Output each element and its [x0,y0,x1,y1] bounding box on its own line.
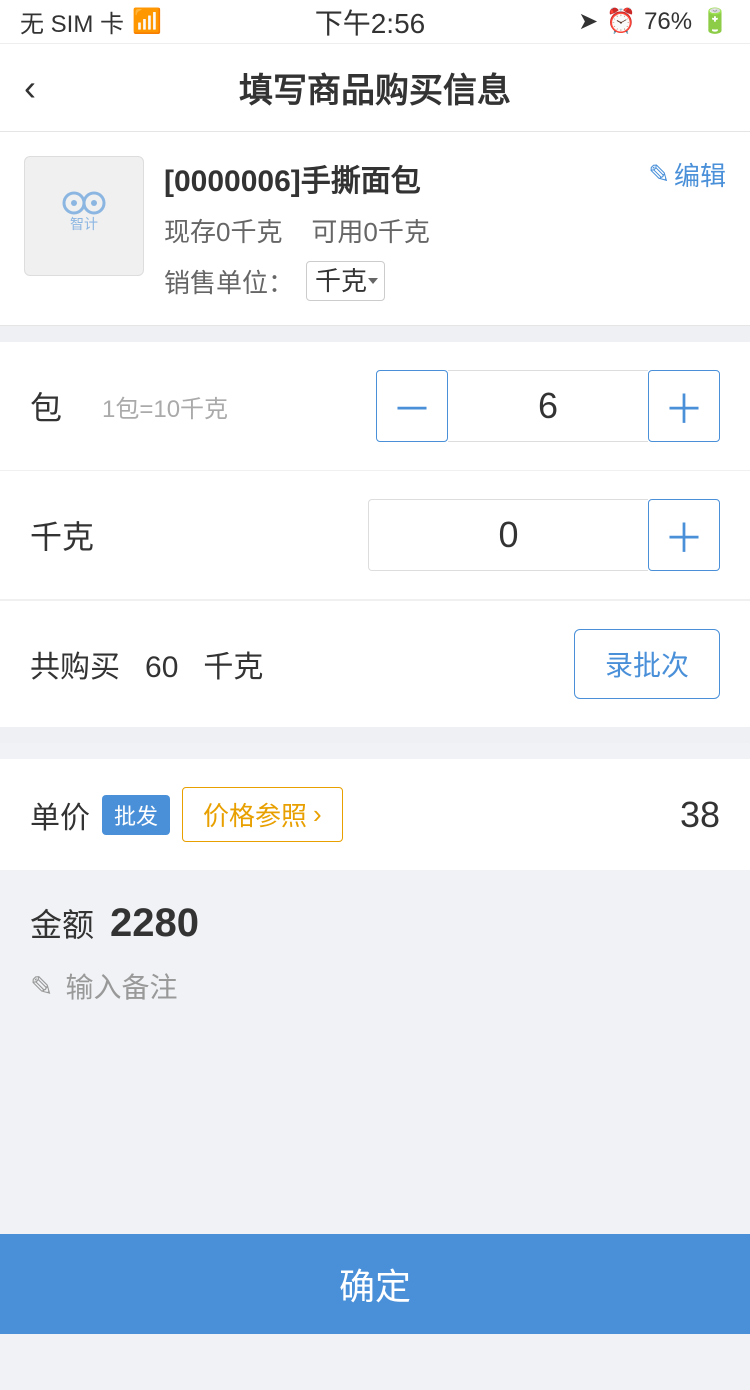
status-right: ➤ ⏰ 76% 🔋 [578,7,730,36]
price-section: 单价 批发 价格参照 › 38 [0,759,750,870]
package-input[interactable] [448,370,648,442]
location-icon: ➤ [578,7,598,36]
product-name: [0000006]手撕面包 [164,156,421,200]
status-bar: 无 SIM 卡 📶 下午2:56 ➤ ⏰ 76% 🔋 [0,0,750,44]
no-sim-text: 无 SIM 卡 [20,4,124,39]
status-time: 下午2:56 [315,2,426,42]
edit-label: 编辑 [674,156,726,193]
edit-icon: ✎ [648,159,670,190]
amount-section: 金额 2280 ✎ 输入备注 [0,870,750,1030]
kg-row: 千克 ＋ [0,471,750,600]
total-section: 共购买 60 千克 录批次 [0,600,750,727]
price-value: 38 [680,794,720,836]
divider-1 [0,326,750,342]
kg-plus-button[interactable]: ＋ [648,499,720,571]
alarm-icon: ⏰ [606,7,636,36]
stock-current: 现存0千克 [164,217,282,247]
product-header: [0000006]手撕面包 ✎ 编辑 [164,156,726,212]
package-row: 包 1包=10千克 － ＋ [0,342,750,471]
package-label: 包 [30,383,90,429]
amount-bg: 金额 2280 ✎ 输入备注 [0,870,750,1030]
total-text: 共购买 60 千克 [30,642,263,686]
pencil-icon: ✎ [30,970,53,1003]
total-unit: 千克 [203,651,263,684]
batch-tag: 批发 [102,795,170,835]
product-unit-row: 销售单位： 千克 [164,261,726,301]
package-minus-button[interactable]: － [376,370,448,442]
product-image: 智计 [24,156,144,276]
package-hint: 1包=10千克 [102,389,376,424]
price-label-group: 单价 批发 价格参照 › [30,787,343,842]
price-ref-label: 价格参照 [203,796,307,833]
amount-row: 金额 2280 [30,900,720,946]
product-card: 智计 [0000006]手撕面包 ✎ 编辑 现存0千克 可用0千克 销售单位： … [0,132,750,326]
edit-button[interactable]: ✎ 编辑 [648,156,726,193]
note-row[interactable]: ✎ 输入备注 [30,966,720,1006]
product-stock: 现存0千克 可用0千克 [164,212,726,249]
stock-available: 可用0千克 [311,217,429,247]
battery-text: 76% [644,8,692,36]
quantity-section: 包 1包=10千克 － ＋ 千克 ＋ 共购买 60 千克 录批次 [0,342,750,727]
product-info: [0000006]手撕面包 ✎ 编辑 现存0千克 可用0千克 销售单位： 千克 [164,156,726,301]
price-label: 单价 [30,793,90,837]
kg-label: 千克 [30,512,94,558]
total-label: 共购买 [30,651,120,684]
wifi-icon: 📶 [132,7,162,36]
svg-text:智计: 智计 [70,216,98,232]
confirm-button-label: 确定 [339,1258,411,1310]
nav-bar: ‹ 填写商品购买信息 [0,44,750,132]
battery-icon: 🔋 [700,7,730,36]
confirm-bar[interactable]: 确定 [0,1234,750,1334]
note-label: 输入备注 [65,966,177,1006]
product-logo: 智计 [54,185,114,247]
page-title: 填写商品购买信息 [239,63,511,112]
price-ref-button[interactable]: 价格参照 › [182,787,343,842]
back-button[interactable]: ‹ [24,67,36,109]
unit-label: 销售单位： [164,263,294,300]
amount-label: 金额 [30,900,94,946]
kg-control: ＋ [368,499,720,571]
total-amount: 60 [145,651,178,684]
empty-content-area [0,1030,750,1390]
unit-select[interactable]: 千克 [306,261,385,301]
divider-2 [0,727,750,743]
amount-value: 2280 [110,901,199,946]
package-plus-button[interactable]: ＋ [648,370,720,442]
package-control: － ＋ [376,370,720,442]
price-ref-arrow: › [313,799,322,830]
kg-input[interactable] [368,499,648,571]
batch-button[interactable]: 录批次 [574,629,720,699]
status-left: 无 SIM 卡 📶 [20,4,162,39]
